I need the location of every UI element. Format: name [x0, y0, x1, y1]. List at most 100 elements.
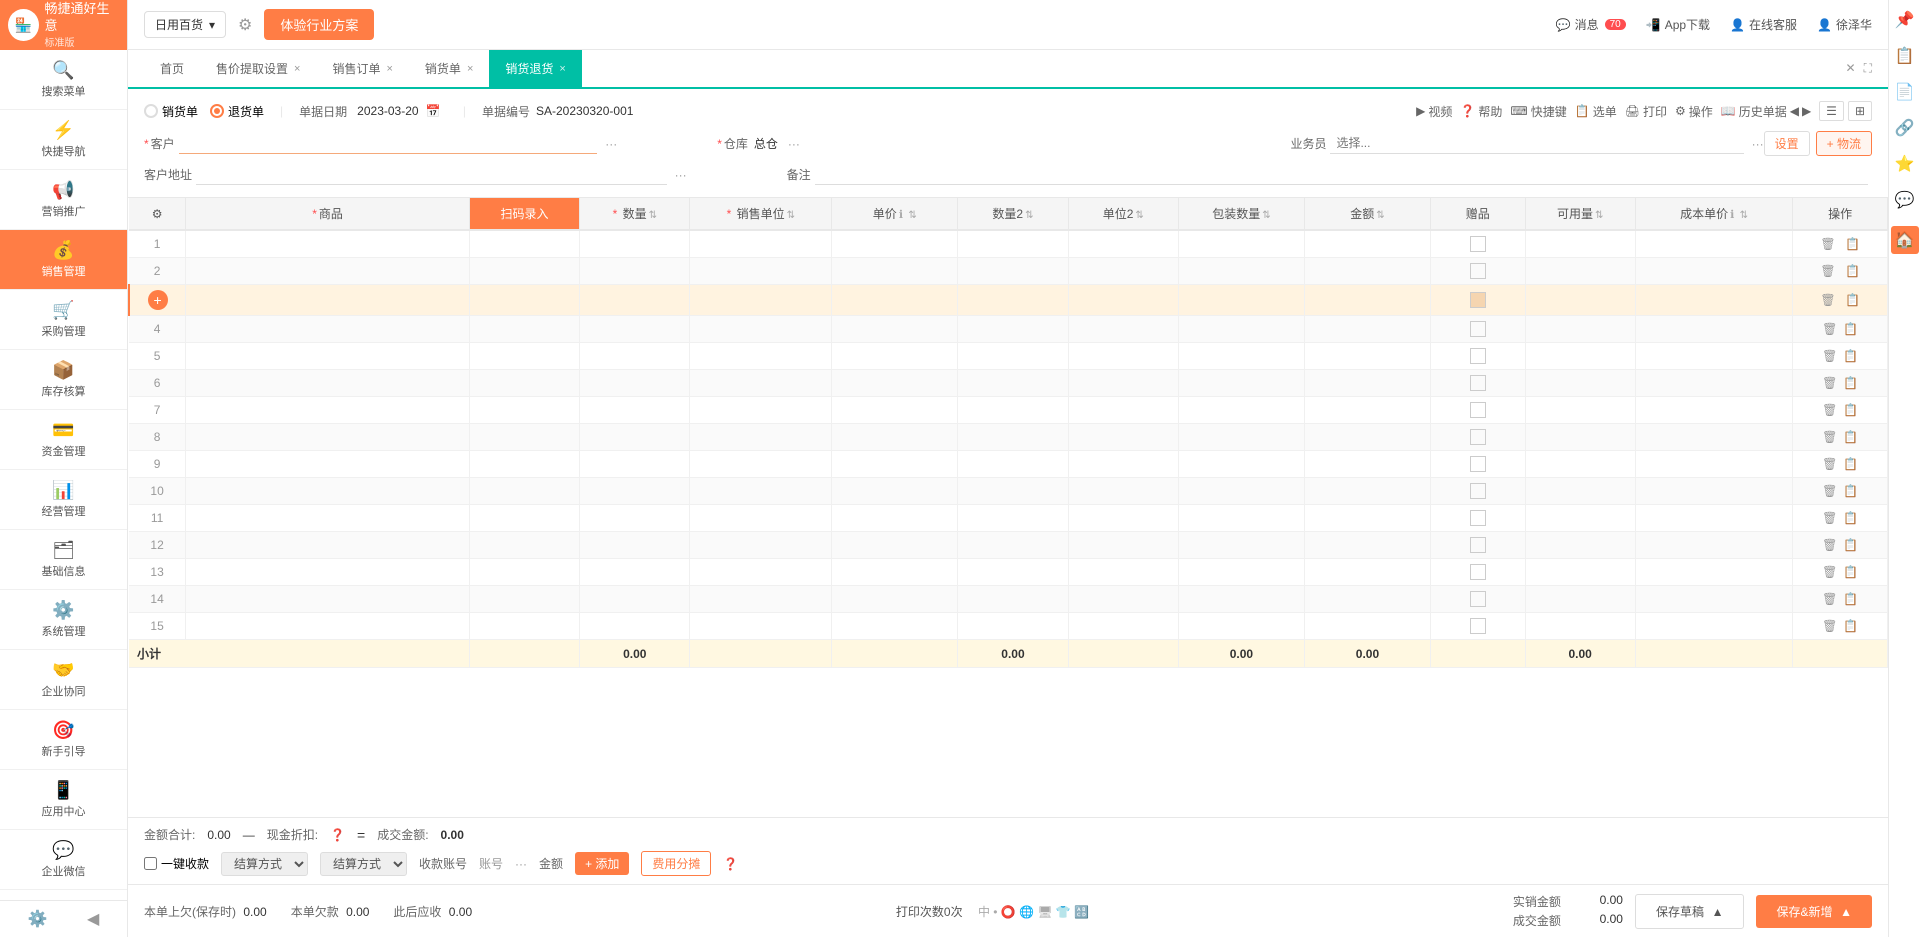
account-dots-icon[interactable]: ···	[515, 857, 527, 871]
settings-icon[interactable]: ⚙	[238, 15, 252, 35]
salesperson-input[interactable]	[1330, 133, 1743, 154]
sidebar-item-wechat[interactable]: 💬 企业微信	[0, 830, 127, 890]
goods-cell-active[interactable]	[186, 285, 470, 316]
user-profile-btn[interactable]: 👤 徐泽华	[1817, 16, 1872, 33]
warehouse-dots-icon[interactable]: ···	[788, 137, 800, 151]
chevron-up-icon[interactable]: ▲	[1712, 905, 1724, 919]
delete-icon[interactable]: 🗑	[1822, 349, 1837, 363]
th-scan[interactable]: 扫码录入	[469, 198, 579, 230]
address-input[interactable]	[196, 164, 667, 185]
rs-clipboard-icon[interactable]: 📋	[1895, 46, 1915, 66]
sidebar-item-member[interactable]: 👑 畅会员	[0, 890, 127, 900]
copy-icon[interactable]: 📋	[1843, 403, 1858, 417]
copy-icon[interactable]: 📋	[1843, 349, 1858, 363]
amount-cell[interactable]	[1304, 230, 1430, 258]
gift-checkbox[interactable]	[1470, 402, 1486, 418]
delete-icon[interactable]: 🗑	[1822, 511, 1837, 525]
pkg-qty-cell[interactable]	[1178, 258, 1304, 285]
sale-unit-cell[interactable]	[690, 285, 832, 316]
rs-link-icon[interactable]: 🔗	[1895, 118, 1915, 138]
settlement-select[interactable]: 结算方式	[221, 852, 308, 876]
tab-sales[interactable]: 销货单 ×	[409, 50, 489, 89]
sidebar-item-sales[interactable]: 💰 销售管理	[0, 230, 127, 290]
tab-return[interactable]: 销货退货 ×	[489, 50, 581, 89]
sidebar-item-purchase[interactable]: 🛒 采购管理	[0, 290, 127, 350]
available-sort-icon[interactable]: ⇅	[1595, 210, 1603, 221]
copy-row-icon[interactable]: 📋	[1845, 264, 1860, 278]
unit-price-cell[interactable]	[832, 285, 958, 316]
copy-icon[interactable]: 📋	[1843, 484, 1858, 498]
radio-return[interactable]: 退货单	[210, 103, 264, 120]
gift-checkbox-active[interactable]	[1470, 292, 1486, 308]
chevron-up-icon-2[interactable]: ▲	[1840, 905, 1852, 919]
gift-checkbox[interactable]	[1470, 321, 1486, 337]
setting-btn[interactable]: 设置	[1764, 131, 1810, 156]
amount-cell[interactable]	[1304, 258, 1430, 285]
sale-unit-cell[interactable]	[690, 258, 832, 285]
available-cell[interactable]	[1525, 230, 1635, 258]
cost-unit-cell[interactable]	[1635, 258, 1793, 285]
sidebar-item-enterprise[interactable]: 🤝 企业协同	[0, 650, 127, 710]
qty-cell[interactable]	[580, 285, 690, 316]
calc-method-select[interactable]: 结算方式	[320, 852, 407, 876]
cost-unit-cell[interactable]	[1635, 230, 1793, 258]
gift-checkbox[interactable]	[1470, 348, 1486, 364]
sidebar-item-search[interactable]: 🔍 搜索菜单	[0, 50, 127, 110]
address-dots-icon[interactable]: ···	[675, 168, 687, 182]
delete-icon[interactable]: 🗑	[1822, 430, 1837, 444]
prev-icon[interactable]: ◀	[1790, 104, 1799, 118]
unit2-cell[interactable]	[1068, 258, 1178, 285]
qty-sort-icon[interactable]: ⇅	[649, 210, 657, 221]
sidebar-item-apps[interactable]: 📱 应用中心	[0, 770, 127, 830]
copy-icon[interactable]: 📋	[1843, 457, 1858, 471]
available-cell[interactable]	[1525, 258, 1635, 285]
delete-icon[interactable]: 🗑	[1822, 322, 1837, 336]
unit2-sort-icon[interactable]: ⇅	[1135, 210, 1143, 221]
sale-unit-cell[interactable]	[690, 230, 832, 258]
sidebar-item-finance[interactable]: 💳 资金管理	[0, 410, 127, 470]
settings-footer-icon[interactable]: ⚙️	[28, 909, 48, 929]
table-wrapper[interactable]: ⚙ 商品 扫码录入 数量⇅ 销售单位⇅ 单价ℹ ⇅	[128, 198, 1888, 817]
qty2-sort-icon[interactable]: ⇅	[1025, 210, 1033, 221]
qty2-cell[interactable]	[958, 258, 1068, 285]
collapse-icon[interactable]: ◀	[87, 909, 99, 929]
delete-icon[interactable]: 🗑	[1822, 457, 1837, 471]
expand-icon[interactable]: ⛶	[1864, 61, 1872, 76]
qty-cell[interactable]	[580, 258, 690, 285]
rs-pin-icon[interactable]: 📌	[1895, 10, 1915, 30]
qty2-cell[interactable]	[958, 230, 1068, 258]
tab-sales-order-close-icon[interactable]: ×	[386, 63, 392, 75]
sidebar-item-system[interactable]: ⚙️ 系统管理	[0, 590, 127, 650]
select-order-btn[interactable]: 📋 选单	[1575, 103, 1617, 120]
sidebar-item-basic[interactable]: 🗂 基础信息	[0, 530, 127, 590]
radio-sales[interactable]: 销货单	[144, 103, 198, 120]
rs-doc-icon[interactable]: 📄	[1895, 82, 1915, 102]
goods-input[interactable]	[192, 293, 463, 307]
video-btn[interactable]: ▶ 视频	[1416, 103, 1452, 120]
tab-return-close-icon[interactable]: ×	[559, 63, 565, 75]
delete-icon[interactable]: 🗑	[1822, 376, 1837, 390]
gift-checkbox[interactable]	[1470, 263, 1486, 279]
tab-price-close-icon[interactable]: ×	[294, 63, 300, 75]
copy-icon[interactable]: 📋	[1843, 619, 1858, 633]
delete-icon[interactable]: 🗑	[1822, 484, 1837, 498]
add-logistics-btn[interactable]: + 物流	[1816, 131, 1872, 156]
unit2-cell[interactable]	[1068, 285, 1178, 316]
copy-icon[interactable]: 📋	[1843, 592, 1858, 606]
rs-active-icon[interactable]: 🏠	[1891, 226, 1919, 254]
goods-cell[interactable]	[186, 258, 470, 285]
unit-price-cell[interactable]	[832, 230, 958, 258]
amount-sort-icon[interactable]: ⇅	[1376, 210, 1384, 221]
sale-unit-sort-icon[interactable]: ⇅	[787, 210, 795, 221]
help-btn[interactable]: ❓ 帮助	[1460, 103, 1502, 120]
gift-checkbox[interactable]	[1470, 429, 1486, 445]
gift-checkbox[interactable]	[1470, 456, 1486, 472]
tab-sales-order[interactable]: 销售订单 ×	[316, 50, 408, 89]
tab-sales-close-icon[interactable]: ×	[467, 63, 473, 75]
delete-row-icon[interactable]: 🗑	[1820, 264, 1835, 278]
tab-price-setting[interactable]: 售价提取设置 ×	[200, 50, 316, 89]
fee-tab-btn[interactable]: 费用分摊	[641, 851, 711, 876]
delete-row-icon[interactable]: 🗑	[1820, 237, 1835, 251]
copy-icon[interactable]: 📋	[1843, 376, 1858, 390]
pkg-sort-icon[interactable]: ⇅	[1262, 210, 1270, 221]
